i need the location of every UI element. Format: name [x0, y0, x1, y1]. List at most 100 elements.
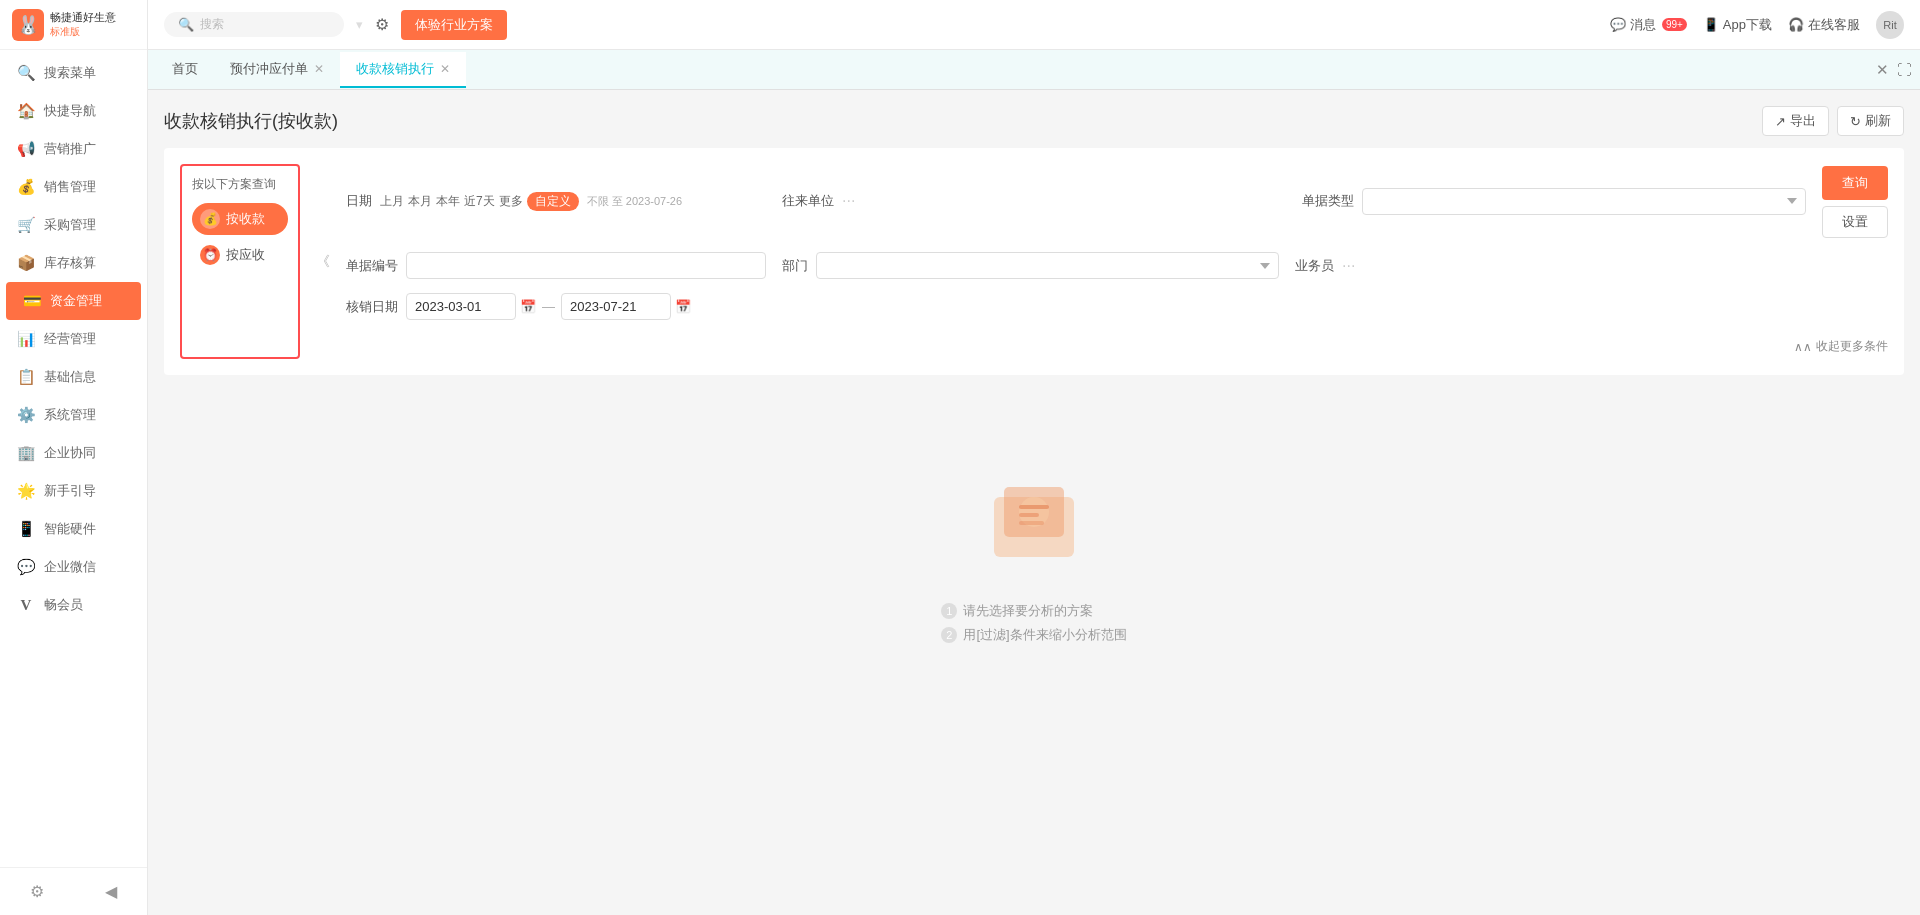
export-btn[interactable]: ↗ 导出 [1762, 106, 1829, 136]
member-icon: V [16, 597, 36, 614]
funds-icon: 💳 [22, 292, 42, 310]
sidebar-item-operations[interactable]: 📊 经营管理 [0, 320, 147, 358]
doc-no-label: 单据编号 [346, 257, 398, 275]
home-icon: 🏠 [16, 102, 36, 120]
date-from-input[interactable] [406, 293, 516, 320]
sidebar-menu: 🔍 搜索菜单 🏠 快捷导航 📢 营销推广 💰 销售管理 🛒 采购管理 📦 库存核… [0, 50, 147, 867]
filter-panel: 按以下方案查询 💰 按收款 ⏰ 按应收 《 [164, 148, 1904, 375]
doc-type-label: 单据类型 [1302, 192, 1354, 210]
export-icon: ↗ [1775, 114, 1786, 129]
dept-select[interactable] [816, 252, 1279, 279]
tab-collection-close[interactable]: ✕ [440, 62, 450, 76]
filter-option-by-receipt[interactable]: 💰 按收款 [192, 203, 288, 235]
page-header: 收款核销执行(按收款) ↗ 导出 ↻ 刷新 [164, 106, 1904, 136]
search-placeholder: 搜索 [200, 16, 224, 33]
tabbar: 首页 预付冲应付单 ✕ 收款核销执行 ✕ ✕ ⛶ [148, 50, 1920, 90]
salesperson-label: 业务员 [1295, 257, 1334, 275]
query-btn[interactable]: 查询 [1822, 166, 1888, 200]
tab-expand-btn[interactable]: ⛶ [1897, 61, 1912, 78]
calendar-to-icon[interactable]: 📅 [675, 299, 691, 314]
filter-doc-type-field: 单据类型 [1302, 188, 1806, 215]
marketing-icon: 📢 [16, 140, 36, 158]
page-title: 收款核销执行(按收款) [164, 109, 338, 133]
avatar[interactable]: Rit [1876, 11, 1904, 39]
filter-collapse-btn[interactable]: 《 [312, 164, 334, 359]
counterpart-label: 往来单位 [782, 192, 834, 210]
sidebar-settings-btn[interactable]: ⚙ [24, 876, 50, 907]
date-to-input[interactable] [561, 293, 671, 320]
filter-scheme-sidebar: 按以下方案查询 💰 按收款 ⏰ 按应收 [180, 164, 300, 359]
date-shortcut-last-month[interactable]: 上月 [380, 193, 404, 210]
smart-hw-icon: 📱 [16, 520, 36, 538]
doc-no-input[interactable] [406, 252, 766, 279]
filter-doc-no-field: 单据编号 [346, 252, 766, 279]
collapse-icon: 《 [316, 253, 330, 271]
salesperson-dots: ··· [1342, 257, 1355, 275]
sidebar-item-funds[interactable]: 💳 资金管理 [6, 282, 141, 320]
filter-sidebar-title: 按以下方案查询 [192, 176, 288, 193]
sidebar-item-inventory[interactable]: 📦 库存核算 [0, 244, 147, 282]
date-label: 日期 [346, 192, 372, 210]
refresh-btn[interactable]: ↻ 刷新 [1837, 106, 1904, 136]
sidebar-item-search[interactable]: 🔍 搜索菜单 [0, 54, 147, 92]
dept-label: 部门 [782, 257, 808, 275]
filter-option-by-receivable[interactable]: ⏰ 按应收 [192, 239, 288, 271]
tab-collection[interactable]: 收款核销执行 ✕ [340, 52, 466, 88]
collapse-more-btn[interactable]: ∧∧ 收起更多条件 [346, 334, 1888, 359]
filter-actions: 查询 设置 [1822, 164, 1888, 238]
by-receipt-icon: 💰 [200, 209, 220, 229]
settings-btn[interactable]: 设置 [1822, 206, 1888, 238]
tab-home[interactable]: 首页 [156, 52, 214, 88]
tab-close-all-btn[interactable]: ✕ [1876, 61, 1889, 79]
logo-icon: 🐰 [12, 9, 44, 41]
date-shortcut-custom[interactable]: 自定义 [527, 192, 579, 211]
header-actions: ↗ 导出 ↻ 刷新 [1762, 106, 1904, 136]
calendar-from-icon[interactable]: 📅 [520, 299, 536, 314]
sidebar-item-system[interactable]: ⚙️ 系统管理 [0, 396, 147, 434]
sidebar-item-purchase[interactable]: 🛒 采购管理 [0, 206, 147, 244]
wechat-icon: 💬 [16, 558, 36, 576]
industry-btn[interactable]: 体验行业方案 [401, 10, 507, 40]
topbar: 🔍 搜索 ▾ ⚙ 体验行业方案 💬 消息 99+ 📱 App下载 🎧 在线客服 … [148, 0, 1920, 50]
sidebar-item-wechat[interactable]: 💬 企业微信 [0, 548, 147, 586]
date-shortcut-this-month[interactable]: 本月 [408, 193, 432, 210]
app-download-btn[interactable]: 📱 App下载 [1703, 16, 1772, 34]
counterpart-dots: ··· [842, 192, 855, 210]
sidebar-item-newbie[interactable]: 🌟 新手引导 [0, 472, 147, 510]
sidebar-item-smart-hw[interactable]: 📱 智能硬件 [0, 510, 147, 548]
main-area: 🔍 搜索 ▾ ⚙ 体验行业方案 💬 消息 99+ 📱 App下载 🎧 在线客服 … [148, 0, 1920, 915]
date-shortcut-more[interactable]: 更多 [499, 193, 523, 210]
tip-num-1: 1 [941, 603, 957, 619]
sidebar-item-quick-nav[interactable]: 🏠 快捷导航 [0, 92, 147, 130]
doc-type-select[interactable] [1362, 188, 1806, 215]
empty-state: 1 请先选择要分析的方案 2 用[过滤]条件来缩小分析范围 [164, 387, 1904, 730]
sidebar-item-marketing[interactable]: 📢 营销推广 [0, 130, 147, 168]
svg-rect-5 [1019, 521, 1044, 525]
filter-row-1: 日期 上月 本月 本年 近7天 更多 自定义 不限 至 2023-07-26 [346, 164, 1888, 238]
sidebar: 🐰 畅捷通好生意 标准版 🔍 搜索菜单 🏠 快捷导航 📢 营销推广 💰 销售管理… [0, 0, 148, 915]
collapse-more-icon: ∧∧ [1794, 340, 1812, 354]
sidebar-item-sales[interactable]: 💰 销售管理 [0, 168, 147, 206]
online-service-btn[interactable]: 🎧 在线客服 [1788, 16, 1860, 34]
sidebar-item-enterprise[interactable]: 🏢 企业协同 [0, 434, 147, 472]
date-range-from: 📅 [406, 293, 536, 320]
topbar-search[interactable]: 🔍 搜索 [164, 12, 344, 37]
newbie-icon: 🌟 [16, 482, 36, 500]
topbar-divider: ▾ [356, 17, 363, 32]
gear-button[interactable]: ⚙ [375, 15, 389, 34]
sidebar-item-member[interactable]: V 畅会员 [0, 586, 147, 624]
tab-prepay-close[interactable]: ✕ [314, 62, 324, 76]
empty-illustration [974, 467, 1094, 586]
tab-prepay[interactable]: 预付冲应付单 ✕ [214, 52, 340, 88]
topbar-right: 💬 消息 99+ 📱 App下载 🎧 在线客服 Rit [1610, 11, 1904, 39]
inventory-icon: 📦 [16, 254, 36, 272]
message-btn[interactable]: 💬 消息 99+ [1610, 16, 1687, 34]
refresh-icon: ↻ [1850, 114, 1861, 129]
message-badge: 99+ [1662, 18, 1687, 31]
date-shortcut-this-year[interactable]: 本年 [436, 193, 460, 210]
sidebar-collapse-btn[interactable]: ◀ [99, 876, 123, 907]
date-shortcut-7days[interactable]: 近7天 [464, 193, 495, 210]
no-limit-text: 不限 至 2023-07-26 [587, 194, 682, 209]
app-sub: 标准版 [50, 25, 116, 39]
sidebar-item-basic-info[interactable]: 📋 基础信息 [0, 358, 147, 396]
